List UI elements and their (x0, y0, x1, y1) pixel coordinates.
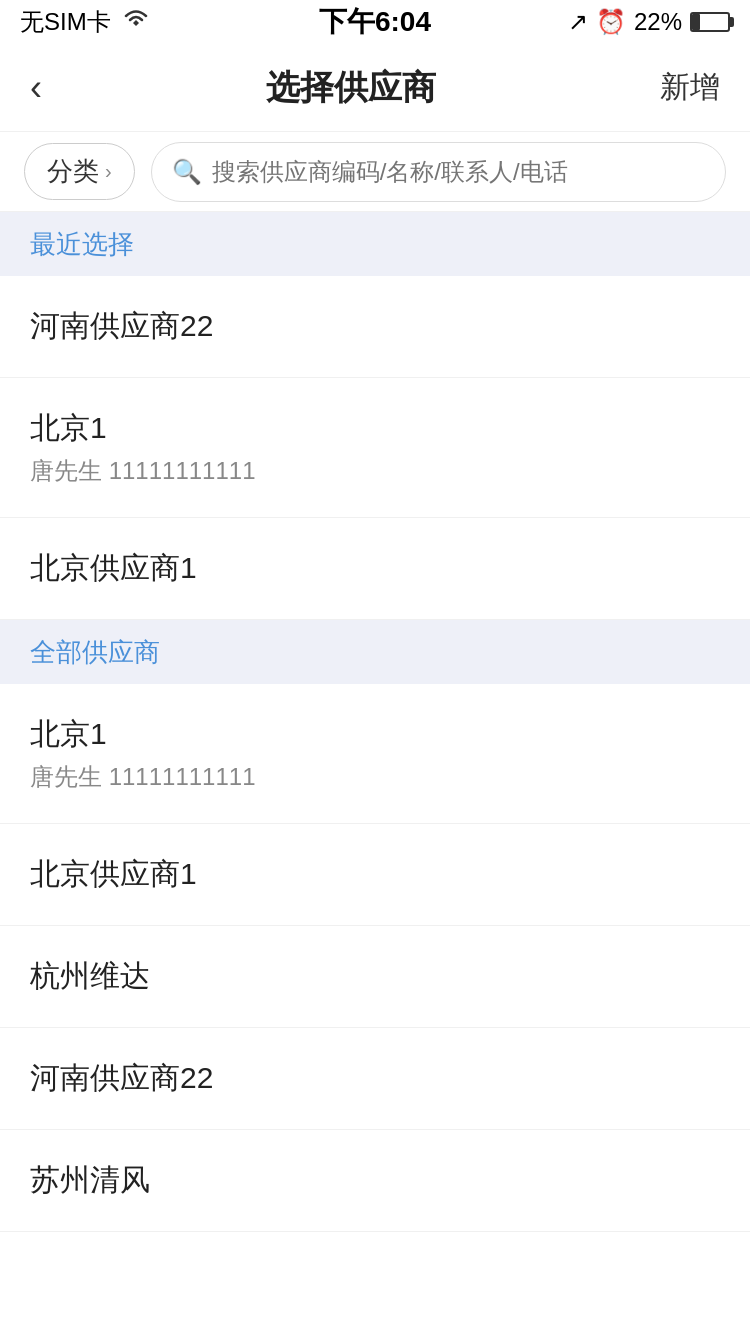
chevron-right-icon: › (105, 160, 112, 183)
wifi-icon (121, 8, 151, 36)
nav-bar: ‹ 选择供应商 新增 (0, 44, 750, 132)
status-time: 下午6:04 (319, 3, 431, 41)
page-title: 选择供应商 (266, 65, 436, 111)
all-section-header: 全部供应商 (0, 620, 750, 684)
search-input[interactable] (212, 158, 705, 186)
carrier-text: 无SIM卡 (20, 6, 111, 38)
supplier-name: 北京1 (30, 714, 720, 755)
supplier-name: 北京1 (30, 408, 720, 449)
supplier-name: 河南供应商22 (30, 1058, 720, 1099)
status-bar: 无SIM卡 下午6:04 ↗ ⏰ 22% (0, 0, 750, 44)
supplier-name: 杭州维达 (30, 956, 720, 997)
search-box: 🔍 (151, 142, 726, 202)
status-right: ↗ ⏰ 22% (568, 8, 730, 36)
all-list: 北京1 唐先生 11111111111 北京供应商1 杭州维达河南供应商22 苏州清风 (0, 684, 750, 1232)
back-button[interactable]: ‹ (30, 67, 42, 109)
supplier-name: 苏州清风 (30, 1160, 720, 1201)
list-item[interactable]: 杭州维达 (0, 926, 750, 1028)
battery-percentage: 22% (634, 8, 682, 36)
filter-bar: 分类 › 🔍 (0, 132, 750, 212)
supplier-name: 河南供应商22 (30, 306, 720, 347)
status-left: 无SIM卡 (20, 6, 151, 38)
recent-section-header: 最近选择 (0, 212, 750, 276)
supplier-contact: 唐先生 11111111111 (30, 761, 720, 793)
add-button[interactable]: 新增 (660, 67, 720, 108)
list-item[interactable]: 河南供应商22 (0, 1028, 750, 1130)
category-button[interactable]: 分类 › (24, 143, 135, 200)
list-item[interactable]: 河南供应商22 (0, 276, 750, 378)
list-item[interactable]: 北京供应商1 (0, 824, 750, 926)
category-label: 分类 (47, 154, 99, 189)
list-item[interactable]: 北京1 唐先生 11111111111 (0, 378, 750, 518)
alarm-icon: ⏰ (596, 8, 626, 36)
battery-icon (690, 12, 730, 32)
list-item[interactable]: 北京供应商1 (0, 518, 750, 620)
location-icon: ↗ (568, 8, 588, 36)
supplier-contact: 唐先生 11111111111 (30, 455, 720, 487)
recent-list: 河南供应商22 北京1 唐先生 11111111111 北京供应商1 (0, 276, 750, 620)
supplier-name: 北京供应商1 (30, 548, 720, 589)
recent-section-title: 最近选择 (30, 227, 134, 262)
all-section-title: 全部供应商 (30, 635, 160, 670)
list-item[interactable]: 北京1 唐先生 11111111111 (0, 684, 750, 824)
supplier-name: 北京供应商1 (30, 854, 720, 895)
search-icon: 🔍 (172, 158, 202, 186)
list-item[interactable]: 苏州清风 (0, 1130, 750, 1232)
